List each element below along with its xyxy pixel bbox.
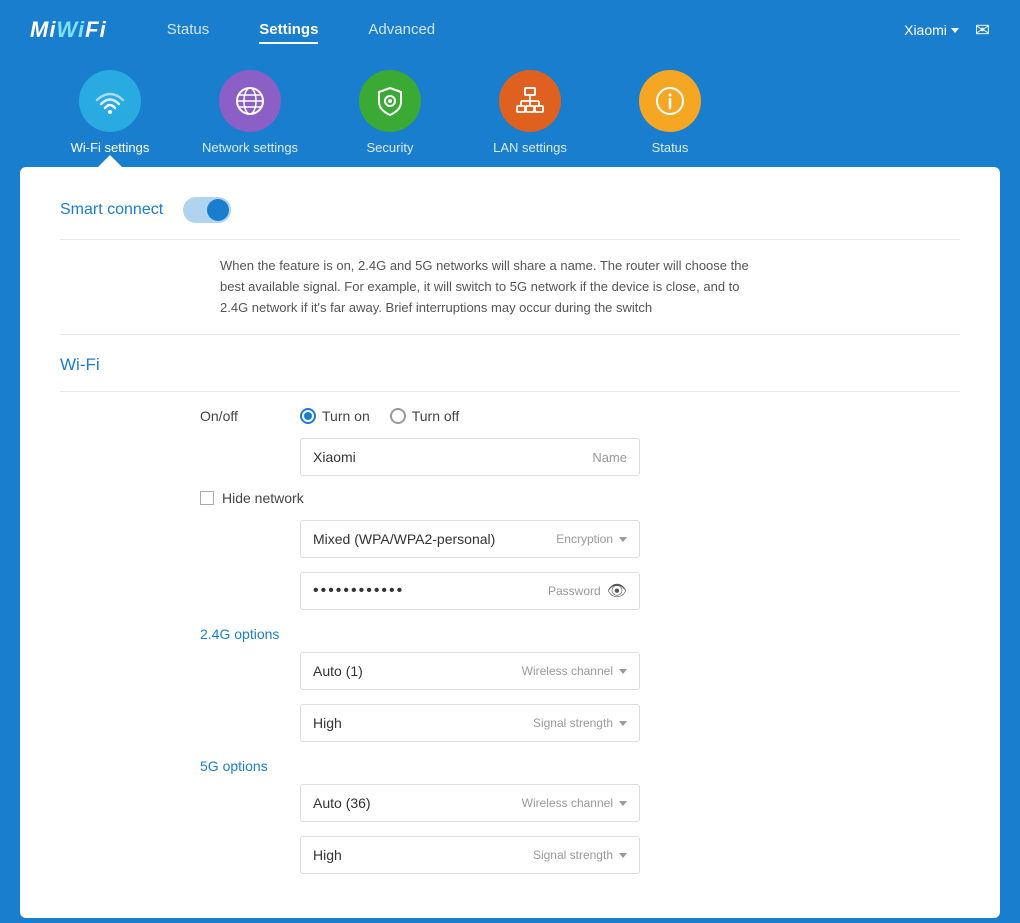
onoff-row: On/off Turn on Turn off <box>60 408 960 424</box>
tab-network-settings[interactable]: Network settings <box>180 70 320 167</box>
radio-turn-off[interactable]: Turn off <box>390 408 459 424</box>
smart-connect-toggle[interactable] <box>183 197 231 223</box>
eye-icon[interactable]: 👁 <box>607 581 627 601</box>
hide-network-label: Hide network <box>222 490 304 506</box>
status-icon-circle <box>639 70 701 132</box>
options-2g-label: 2.4G options <box>200 626 960 642</box>
encryption-row: Mixed (WPA/WPA2-personal) Encryption <box>60 520 960 558</box>
5g-channel-right: Wireless channel <box>522 796 627 810</box>
hide-network-row: Hide network <box>60 490 960 506</box>
hide-network-checkbox[interactable] <box>200 491 214 505</box>
2g-signal-chevron-icon <box>619 721 627 726</box>
tab-row: Wi-Fi settings Network settings Security <box>0 60 1020 167</box>
tab-status-label: Status <box>652 140 689 155</box>
2g-channel-right: Wireless channel <box>522 664 627 678</box>
nav-settings[interactable]: Settings <box>259 17 318 44</box>
tab-wifi-label: Wi-Fi settings <box>71 140 150 155</box>
2g-signal-value: High <box>313 715 342 731</box>
name-placeholder: Name <box>592 450 627 465</box>
password-dots: •••••••••••• <box>313 582 404 600</box>
chevron-down-icon <box>951 28 959 33</box>
2g-signal-dropdown[interactable]: High Signal strength <box>300 704 640 742</box>
nav-links: Status Settings Advanced <box>167 17 904 44</box>
lan-icon <box>513 84 547 118</box>
2g-signal-label: Signal strength <box>533 716 613 730</box>
5g-signal-row: High Signal strength <box>60 836 960 874</box>
encryption-chevron-icon <box>619 537 627 542</box>
5g-channel-chevron-icon <box>619 801 627 806</box>
5g-channel-label: Wireless channel <box>522 796 613 810</box>
tab-security[interactable]: Security <box>320 70 460 167</box>
globe-icon <box>233 84 267 118</box>
header-right: Xiaomi ✉ <box>904 20 990 41</box>
2g-signal-row: High Signal strength <box>60 704 960 742</box>
logo: MiWiFi <box>30 17 107 43</box>
encryption-value: Mixed (WPA/WPA2-personal) <box>313 531 495 547</box>
tab-status[interactable]: Status <box>600 70 740 167</box>
encryption-dropdown[interactable]: Mixed (WPA/WPA2-personal) Encryption <box>300 520 640 558</box>
tab-lan-label: LAN settings <box>493 140 567 155</box>
2g-channel-label: Wireless channel <box>522 664 613 678</box>
options-5g-label: 5G options <box>200 758 960 774</box>
smart-connect-row: Smart connect <box>60 197 960 223</box>
2g-channel-chevron-icon <box>619 669 627 674</box>
smart-connect-description: When the feature is on, 2.4G and 5G netw… <box>60 256 760 318</box>
wifi-settings-icon-circle <box>79 70 141 132</box>
info-icon <box>653 84 687 118</box>
header: MiWiFi Status Settings Advanced Xiaomi ✉ <box>0 0 1020 60</box>
smart-connect-label: Smart connect <box>60 201 163 219</box>
5g-signal-right: Signal strength <box>533 848 627 862</box>
tab-network-label: Network settings <box>202 140 298 155</box>
2g-channel-value: Auto (1) <box>313 663 363 679</box>
5g-signal-value: High <box>313 847 342 863</box>
encryption-label: Encryption <box>556 532 613 546</box>
tab-security-label: Security <box>367 140 414 155</box>
security-icon-circle <box>359 70 421 132</box>
2g-channel-dropdown[interactable]: Auto (1) Wireless channel <box>300 652 640 690</box>
radio-dot-off <box>390 408 406 424</box>
divider-smart <box>60 239 960 240</box>
5g-signal-dropdown[interactable]: High Signal strength <box>300 836 640 874</box>
password-label: Password <box>548 584 601 598</box>
password-right: Password 👁 <box>548 581 627 601</box>
wifi-icon <box>93 84 127 118</box>
password-row: •••••••••••• Password 👁 <box>60 572 960 610</box>
radio-turn-on[interactable]: Turn on <box>300 408 370 424</box>
2g-channel-row: Auto (1) Wireless channel <box>60 652 960 690</box>
name-input[interactable] <box>313 449 592 465</box>
divider-wifi <box>60 334 960 335</box>
network-settings-icon-circle <box>219 70 281 132</box>
password-field[interactable]: •••••••••••• Password 👁 <box>300 572 640 610</box>
onoff-label: On/off <box>200 408 300 424</box>
5g-signal-chevron-icon <box>619 853 627 858</box>
5g-channel-value: Auto (36) <box>313 795 371 811</box>
5g-signal-label: Signal strength <box>533 848 613 862</box>
tab-wifi-settings[interactable]: Wi-Fi settings <box>40 70 180 167</box>
divider-wifi2 <box>60 391 960 392</box>
lan-icon-circle <box>499 70 561 132</box>
5g-channel-dropdown[interactable]: Auto (36) Wireless channel <box>300 784 640 822</box>
shield-icon <box>373 84 407 118</box>
toggle-thumb <box>207 199 229 221</box>
user-menu[interactable]: Xiaomi <box>904 22 959 38</box>
radio-group: Turn on Turn off <box>300 408 459 424</box>
nav-advanced[interactable]: Advanced <box>368 17 435 44</box>
encryption-right: Encryption <box>556 532 627 546</box>
radio-dot-on <box>300 408 316 424</box>
tab-lan-settings[interactable]: LAN settings <box>460 70 600 167</box>
nav-status[interactable]: Status <box>167 17 210 44</box>
2g-signal-right: Signal strength <box>533 716 627 730</box>
main-content: Smart connect When the feature is on, 2.… <box>20 167 1000 918</box>
wifi-section-title: Wi-Fi <box>60 355 960 375</box>
name-input-wrapper: Name <box>300 438 640 476</box>
5g-channel-row: Auto (36) Wireless channel <box>60 784 960 822</box>
mail-icon[interactable]: ✉ <box>975 20 990 41</box>
name-row: Name <box>60 438 960 476</box>
